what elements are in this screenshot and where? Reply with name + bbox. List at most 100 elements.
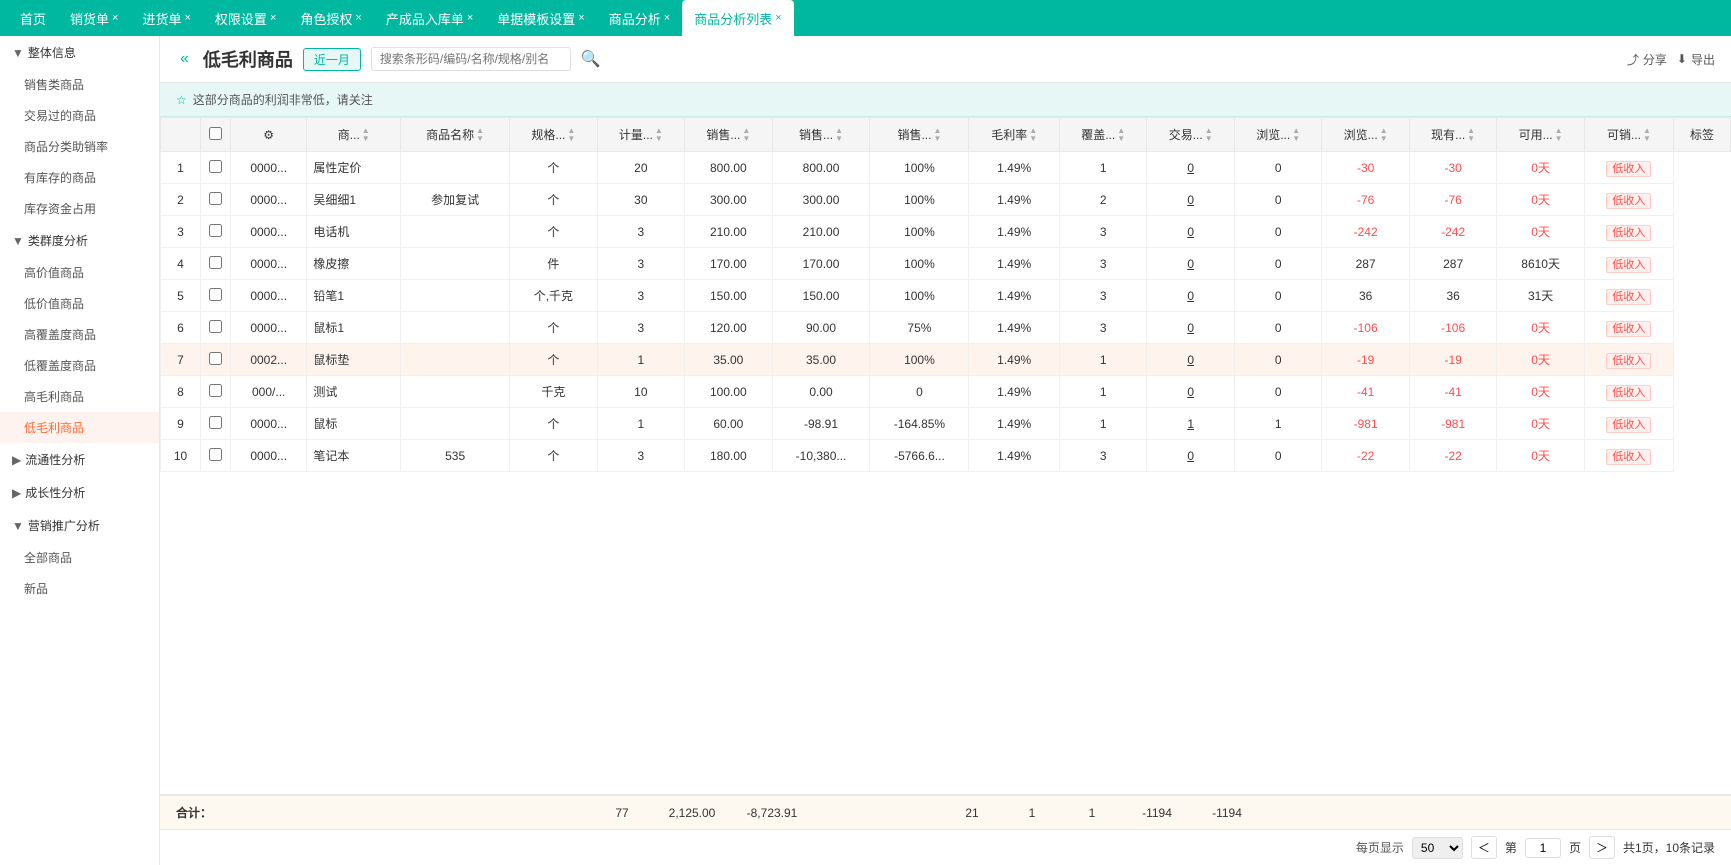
- nav-product-analysis-list[interactable]: 商品分析列表 ×: [682, 0, 793, 36]
- cell-browse1[interactable]: 0: [1147, 184, 1234, 216]
- nav-permission-settings[interactable]: 权限设置 ×: [203, 0, 288, 36]
- nav-close-product-entry[interactable]: ×: [467, 12, 473, 24]
- row-checkbox[interactable]: [209, 352, 222, 365]
- cell-sales-amount: 150.00: [685, 280, 772, 312]
- nav-sales-order[interactable]: 销货单 ×: [58, 0, 130, 36]
- sidebar-item-low-value[interactable]: 低价值商品: [0, 288, 159, 319]
- filter-period-button[interactable]: 近一月: [303, 48, 361, 71]
- cell-num: 6: [161, 312, 201, 344]
- page-size-select[interactable]: 50 20 100: [1412, 837, 1463, 859]
- nav-purchase-order[interactable]: 进货单 ×: [130, 0, 202, 36]
- cell-browse1[interactable]: 0: [1147, 280, 1234, 312]
- nav-template-settings[interactable]: 单据模板设置 ×: [485, 0, 596, 36]
- nav-close-product-analysis[interactable]: ×: [664, 12, 670, 24]
- sidebar-section-cluster[interactable]: ▼ 类群度分析: [0, 224, 159, 257]
- row-checkbox[interactable]: [209, 192, 222, 205]
- cell-check[interactable]: [201, 216, 231, 248]
- nav-close-sales-order[interactable]: ×: [112, 12, 118, 24]
- row-checkbox[interactable]: [209, 256, 222, 269]
- nav-close-permission-settings[interactable]: ×: [270, 12, 276, 24]
- total-browse2: 1: [1062, 806, 1122, 820]
- sidebar-section-growth[interactable]: ▶ 成长性分析: [0, 476, 159, 509]
- export-button[interactable]: ⬇ 导出: [1677, 51, 1715, 68]
- sidebar-item-sales-products[interactable]: 销售类商品: [0, 69, 159, 100]
- sidebar-section-circulation[interactable]: ▶ 流通性分析: [0, 443, 159, 476]
- cell-check[interactable]: [201, 344, 231, 376]
- sidebar-item-high-profit[interactable]: 高毛利商品: [0, 381, 159, 412]
- cell-browse1[interactable]: 0: [1147, 248, 1234, 280]
- cell-browse1[interactable]: 0: [1147, 440, 1234, 472]
- cell-coverage: 1.49%: [969, 408, 1060, 440]
- cell-coverage: 1.49%: [969, 280, 1060, 312]
- row-checkbox[interactable]: [209, 320, 222, 333]
- sidebar-section-marketing[interactable]: ▼ 营销推广分析: [0, 509, 159, 542]
- th-unit: 计量...▲▼: [597, 118, 684, 152]
- row-checkbox[interactable]: [209, 384, 222, 397]
- cell-sales-profit: 800.00: [772, 152, 870, 184]
- cell-browse1[interactable]: 0: [1147, 344, 1234, 376]
- cell-check[interactable]: [201, 184, 231, 216]
- sidebar-item-low-coverage[interactable]: 低覆盖度商品: [0, 350, 159, 381]
- th-settings[interactable]: ⚙: [231, 118, 307, 152]
- search-button[interactable]: 🔍: [581, 49, 601, 69]
- sidebar-item-new-products[interactable]: 新品: [0, 573, 159, 604]
- row-checkbox[interactable]: [209, 160, 222, 173]
- cell-browse1[interactable]: 0: [1147, 312, 1234, 344]
- cell-check[interactable]: [201, 280, 231, 312]
- sidebar-item-high-coverage[interactable]: 高覆盖度商品: [0, 319, 159, 350]
- settings-icon[interactable]: ⚙: [263, 128, 274, 142]
- sidebar-item-high-value[interactable]: 高价值商品: [0, 257, 159, 288]
- prev-page-button[interactable]: ＜: [1471, 836, 1497, 859]
- cell-tag: 低收入: [1584, 184, 1673, 216]
- nav-product-entry[interactable]: 产成品入库单 ×: [374, 0, 485, 36]
- notice-bar: ☆ 这部分商品的利润非常低，请关注: [160, 83, 1731, 117]
- cell-gross-rate: 100%: [870, 344, 969, 376]
- row-checkbox[interactable]: [209, 224, 222, 237]
- cell-trade: 1: [1059, 408, 1146, 440]
- row-checkbox[interactable]: [209, 448, 222, 461]
- sidebar-section-overall[interactable]: ▼ 整体信息: [0, 36, 159, 69]
- nav-close-role-auth[interactable]: ×: [355, 12, 361, 24]
- share-button[interactable]: ⤴ 分享: [1627, 51, 1667, 68]
- cell-coverage: 1.49%: [969, 344, 1060, 376]
- sidebar-item-in-stock[interactable]: 有库存的商品: [0, 162, 159, 193]
- nav-close-purchase-order[interactable]: ×: [184, 12, 190, 24]
- next-page-button[interactable]: ＞: [1589, 836, 1615, 859]
- cell-check[interactable]: [201, 312, 231, 344]
- sidebar-collapse-button[interactable]: «: [176, 50, 193, 68]
- cell-sales-amount: 800.00: [685, 152, 772, 184]
- cell-browse1[interactable]: 1: [1147, 408, 1234, 440]
- row-checkbox[interactable]: [209, 288, 222, 301]
- cell-spec: [401, 312, 510, 344]
- sidebar-item-low-profit[interactable]: 低毛利商品: [0, 412, 159, 443]
- sidebar-item-traded-products[interactable]: 交易过的商品: [0, 100, 159, 131]
- cell-check[interactable]: [201, 376, 231, 408]
- nav-product-analysis[interactable]: 商品分析 ×: [597, 0, 682, 36]
- sidebar-item-category-sales-rate[interactable]: 商品分类助销率: [0, 131, 159, 162]
- select-all-checkbox[interactable]: [209, 127, 222, 140]
- page-number-input[interactable]: [1525, 838, 1561, 858]
- sidebar-section-circulation-label: 流通性分析: [25, 451, 85, 468]
- table-row: 3 0000... 电话机 个 3 210.00 210.00 100% 1.4…: [161, 216, 1731, 248]
- nav-close-template-settings[interactable]: ×: [578, 12, 584, 24]
- cell-check[interactable]: [201, 248, 231, 280]
- table-row: 7 0002... 鼠标垫 个 1 35.00 35.00 100% 1.49%…: [161, 344, 1731, 376]
- search-input[interactable]: [371, 47, 571, 71]
- cell-trade: 1: [1059, 152, 1146, 184]
- nav-close-product-analysis-list[interactable]: ×: [775, 12, 781, 24]
- th-check[interactable]: [201, 118, 231, 152]
- cell-browse1[interactable]: 0: [1147, 216, 1234, 248]
- cell-check[interactable]: [201, 440, 231, 472]
- nav-role-auth[interactable]: 角色授权 ×: [288, 0, 373, 36]
- sidebar-item-stock-capital[interactable]: 库存资金占用: [0, 193, 159, 224]
- nav-home[interactable]: 首页: [8, 0, 58, 36]
- cell-code: 0000...: [231, 312, 307, 344]
- cell-browse1[interactable]: 0: [1147, 376, 1234, 408]
- cell-browse1[interactable]: 0: [1147, 152, 1234, 184]
- cell-num: 8: [161, 376, 201, 408]
- row-checkbox[interactable]: [209, 416, 222, 429]
- cell-check[interactable]: [201, 408, 231, 440]
- cell-check[interactable]: [201, 152, 231, 184]
- sidebar-item-all-products[interactable]: 全部商品: [0, 542, 159, 573]
- cell-num: 9: [161, 408, 201, 440]
